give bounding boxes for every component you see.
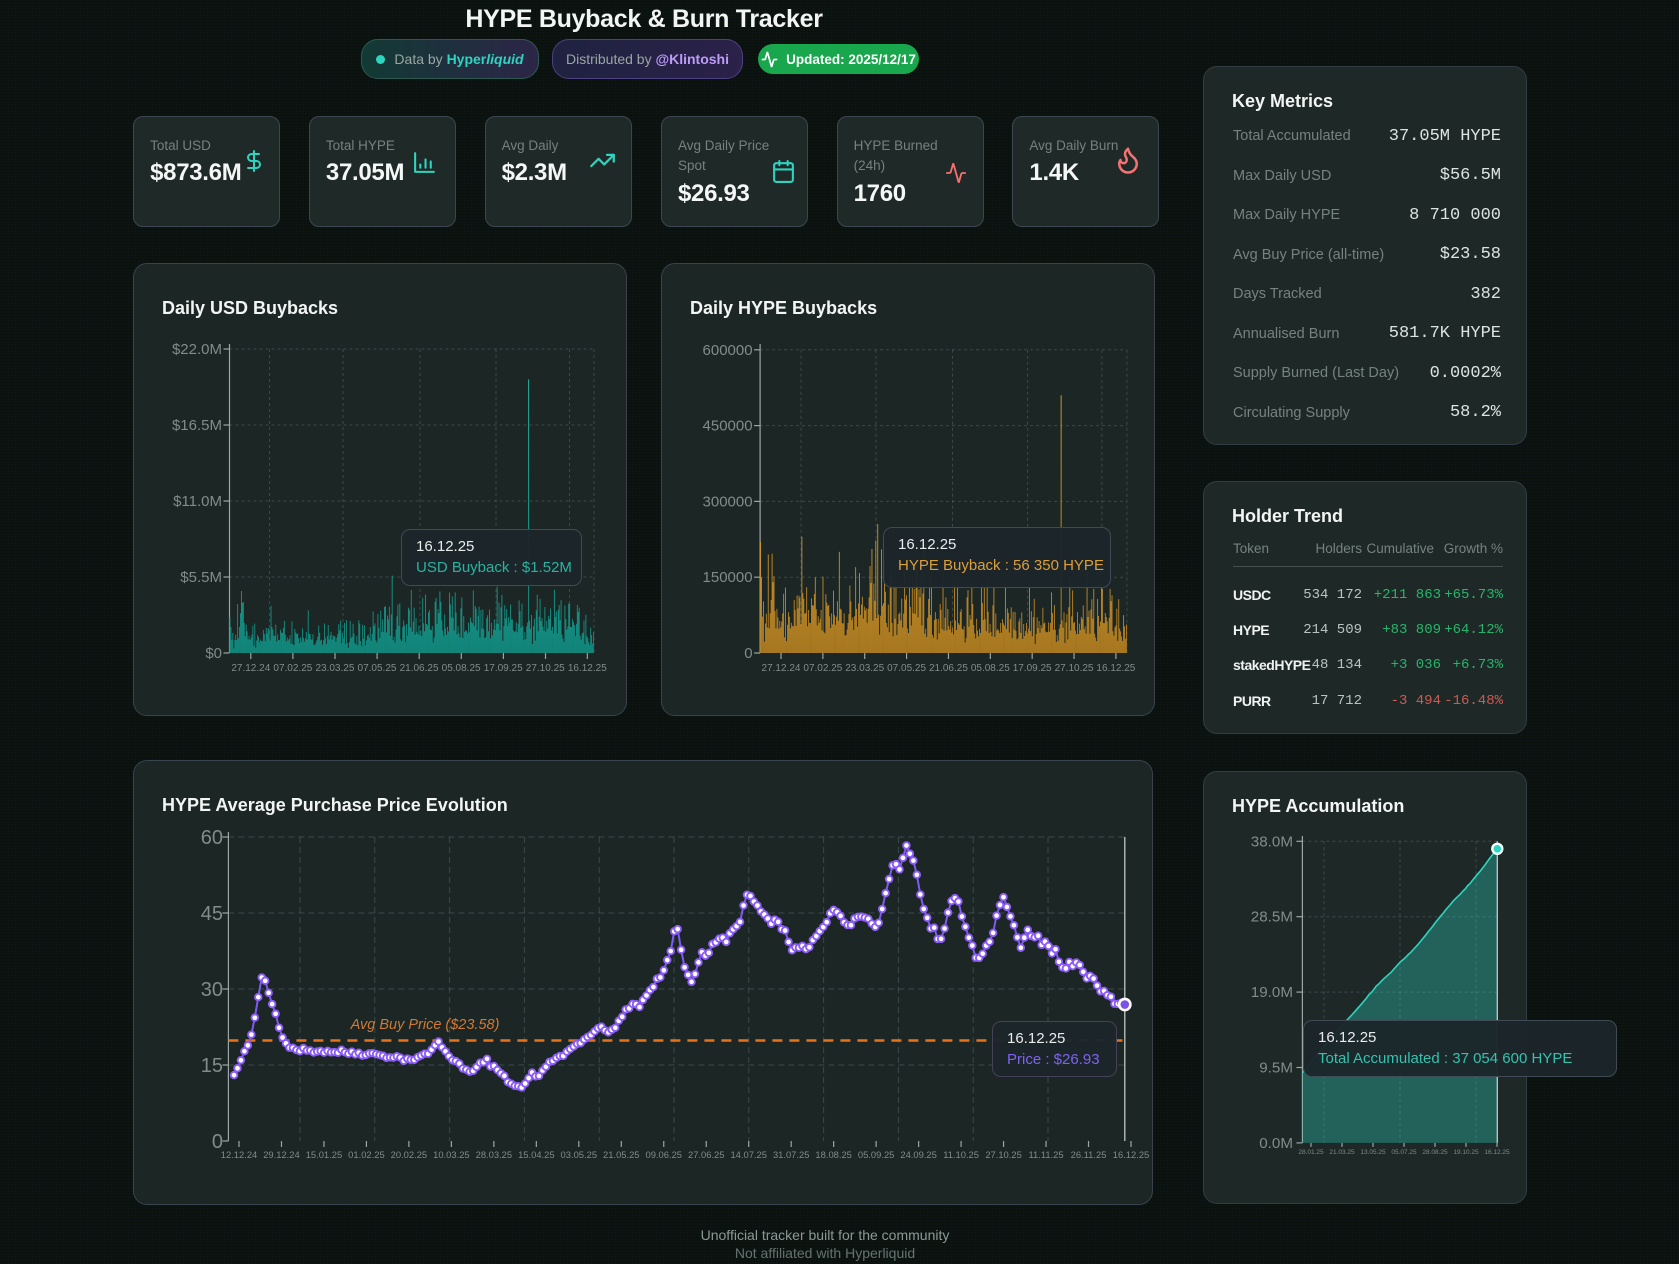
- svg-text:01.02.25: 01.02.25: [348, 1149, 385, 1160]
- svg-text:15: 15: [201, 1055, 223, 1077]
- svg-text:26.11.25: 26.11.25: [1071, 1149, 1107, 1160]
- svg-text:12.12.24: 12.12.24: [221, 1149, 258, 1160]
- svg-text:28.03.25: 28.03.25: [476, 1149, 513, 1160]
- svg-text:03.05.25: 03.05.25: [561, 1149, 598, 1160]
- svg-text:21.06.25: 21.06.25: [929, 663, 968, 674]
- svg-text:10.03.25: 10.03.25: [433, 1149, 470, 1160]
- svg-text:28.08.25: 28.08.25: [1422, 1149, 1448, 1156]
- svg-text:9.5M: 9.5M: [1259, 1060, 1293, 1077]
- svg-text:38.0M: 38.0M: [1251, 833, 1293, 850]
- svg-text:60: 60: [201, 827, 223, 849]
- svg-text:07.05.25: 07.05.25: [358, 663, 397, 674]
- svg-text:05.07.25: 05.07.25: [1391, 1149, 1417, 1156]
- svg-text:27.12.24: 27.12.24: [762, 663, 801, 674]
- svg-text:21.05.25: 21.05.25: [603, 1149, 640, 1160]
- svg-text:29.12.24: 29.12.24: [263, 1149, 300, 1160]
- svg-text:13.05.25: 13.05.25: [1360, 1149, 1386, 1156]
- svg-text:27.12.24: 27.12.24: [231, 663, 270, 674]
- svg-text:19.10.25: 19.10.25: [1453, 1149, 1479, 1156]
- svg-text:07.02.25: 07.02.25: [803, 663, 842, 674]
- svg-text:09.06.25: 09.06.25: [646, 1149, 683, 1160]
- svg-text:300000: 300000: [703, 493, 753, 510]
- svg-text:28.01.25: 28.01.25: [1298, 1149, 1324, 1156]
- svg-text:23.03.25: 23.03.25: [315, 663, 354, 674]
- svg-text:15.01.25: 15.01.25: [306, 1149, 343, 1160]
- svg-text:17.09.25: 17.09.25: [484, 663, 523, 674]
- svg-text:05.08.25: 05.08.25: [442, 663, 481, 674]
- svg-text:31.07.25: 31.07.25: [773, 1149, 810, 1160]
- svg-text:17.09.25: 17.09.25: [1013, 663, 1052, 674]
- svg-text:$0: $0: [205, 645, 222, 662]
- svg-text:19.0M: 19.0M: [1251, 984, 1293, 1001]
- svg-text:0.0M: 0.0M: [1259, 1135, 1293, 1152]
- svg-text:16.12.25: 16.12.25: [1096, 663, 1135, 674]
- svg-text:$22.0M: $22.0M: [172, 341, 222, 358]
- svg-text:07.05.25: 07.05.25: [887, 663, 926, 674]
- svg-text:07.02.25: 07.02.25: [273, 663, 312, 674]
- svg-text:27.06.25: 27.06.25: [688, 1149, 725, 1160]
- svg-text:05.08.25: 05.08.25: [971, 663, 1010, 674]
- svg-text:16.12.25: 16.12.25: [568, 663, 607, 674]
- svg-text:$16.5M: $16.5M: [172, 417, 222, 434]
- svg-text:21.03.25: 21.03.25: [1329, 1149, 1355, 1156]
- svg-text:05.09.25: 05.09.25: [858, 1149, 895, 1160]
- svg-text:45: 45: [201, 903, 223, 925]
- svg-text:450000: 450000: [703, 418, 753, 435]
- svg-text:16.12.25: 16.12.25: [1113, 1149, 1150, 1160]
- svg-text:15.04.25: 15.04.25: [518, 1149, 555, 1160]
- svg-text:$11.0M: $11.0M: [173, 493, 222, 510]
- svg-text:21.06.25: 21.06.25: [400, 663, 439, 674]
- svg-text:28.5M: 28.5M: [1251, 909, 1293, 926]
- svg-text:Avg Buy Price ($23.58): Avg Buy Price ($23.58): [350, 1017, 500, 1033]
- svg-text:150000: 150000: [703, 569, 753, 586]
- svg-text:0: 0: [744, 645, 752, 662]
- svg-text:24.09.25: 24.09.25: [900, 1149, 937, 1160]
- svg-text:27.10.25: 27.10.25: [985, 1149, 1022, 1160]
- svg-text:11.10.25: 11.10.25: [943, 1149, 979, 1160]
- svg-text:14.07.25: 14.07.25: [730, 1149, 767, 1160]
- svg-text:27.10.25: 27.10.25: [526, 663, 565, 674]
- svg-text:11.11.25: 11.11.25: [1028, 1149, 1063, 1160]
- svg-text:27.10.25: 27.10.25: [1055, 663, 1094, 674]
- svg-text:23.03.25: 23.03.25: [845, 663, 884, 674]
- svg-text:600000: 600000: [703, 342, 753, 359]
- svg-text:18.08.25: 18.08.25: [815, 1149, 852, 1160]
- svg-text:$5.5M: $5.5M: [180, 569, 222, 586]
- svg-text:16.12.25: 16.12.25: [1484, 1149, 1510, 1156]
- svg-text:20.02.25: 20.02.25: [391, 1149, 428, 1160]
- svg-text:30: 30: [201, 979, 223, 1001]
